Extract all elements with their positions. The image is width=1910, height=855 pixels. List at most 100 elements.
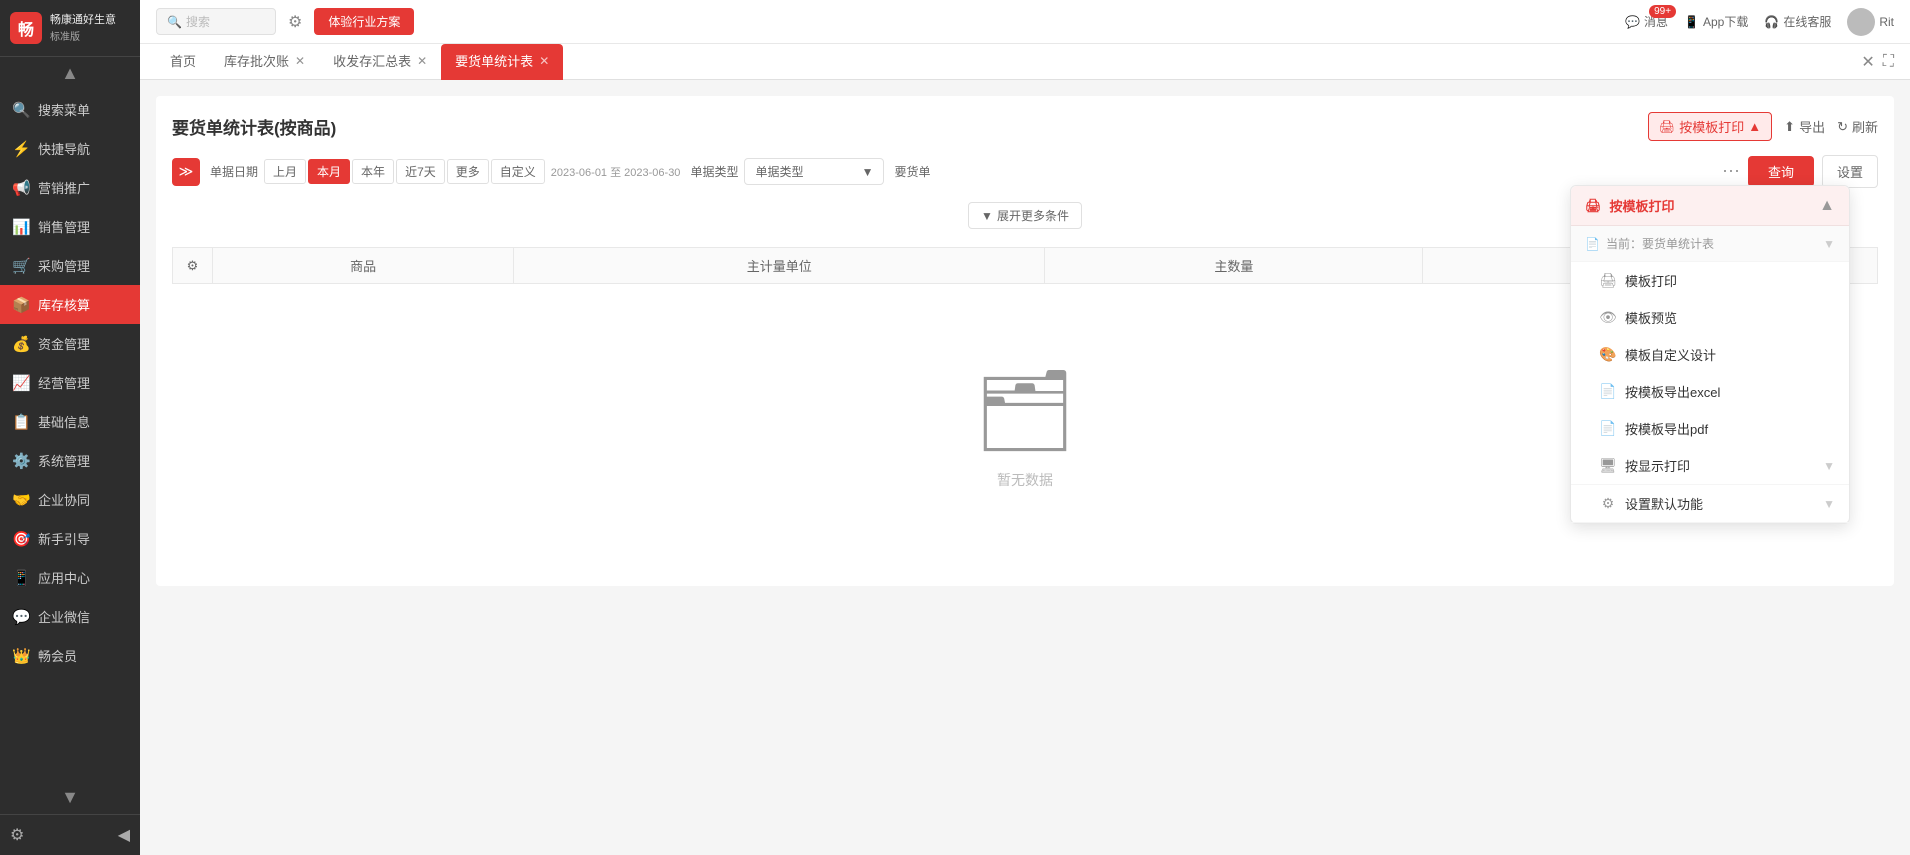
tab-label-receivable-summary: 收发存汇总表 bbox=[333, 51, 411, 70]
dropdown-item-template-preview[interactable]: 👁模板预览 bbox=[1571, 299, 1849, 336]
sidebar-item-operations[interactable]: 📈经营管理 bbox=[0, 363, 140, 402]
sidebar-item-weixin[interactable]: 💬企业微信 bbox=[0, 597, 140, 636]
search-input[interactable]: 🔍 搜索 bbox=[156, 8, 276, 35]
tab-close-order-stats[interactable]: ✕ bbox=[539, 54, 549, 68]
tab-order-stats[interactable]: 要货单统计表 ✕ bbox=[441, 44, 563, 80]
nav-label-search: 搜索菜单 bbox=[38, 100, 90, 119]
dropdown-header: 🖨 按模板打印 ▲ bbox=[1571, 186, 1849, 226]
sidebar-item-search[interactable]: 🔍搜索菜单 bbox=[0, 90, 140, 129]
scroll-up-btn[interactable]: ▲ bbox=[57, 59, 83, 88]
tab-label-order-stats: 要货单统计表 bbox=[455, 51, 533, 70]
page-header: 要货单统计表(按商品) 🖨 按模板打印 ▲ ⬆ 导出 ↻ 刷新 bbox=[172, 112, 1878, 141]
sidebar-item-basics[interactable]: 📋基础信息 bbox=[0, 402, 140, 441]
sidebar-item-member[interactable]: 👑畅会员 bbox=[0, 636, 140, 675]
tab-label-home: 首页 bbox=[170, 51, 196, 70]
filter-expand-btn[interactable]: ≫ bbox=[172, 158, 200, 186]
print-chevron-icon: ▲ bbox=[1748, 119, 1761, 134]
sidebar-item-guide[interactable]: 🎯新手引导 bbox=[0, 519, 140, 558]
sidebar-bottom: ⚙ ◀ bbox=[0, 814, 140, 855]
nav-label-finance: 资金管理 bbox=[38, 334, 90, 353]
tab-close-batch-account[interactable]: ✕ bbox=[295, 54, 305, 68]
date-filter-label: 单据日期 bbox=[210, 163, 258, 180]
gear-icon[interactable]: ⚙ bbox=[288, 12, 302, 32]
expand-more-btn[interactable]: ▼ 展开更多条件 bbox=[968, 202, 1082, 229]
nav-icon-finance: 💰 bbox=[12, 335, 30, 353]
display-print-label: 按显示打印 bbox=[1625, 456, 1690, 475]
printer-icon2: 🖨 bbox=[1585, 198, 1602, 214]
tab-batch-account[interactable]: 库存批次账✕ bbox=[210, 44, 319, 80]
default-func-label: 设置默认功能 bbox=[1625, 494, 1703, 513]
display-print-item[interactable]: 🖥 按显示打印 ▼ bbox=[1571, 447, 1849, 484]
display-print-icon: 🖥 bbox=[1599, 457, 1617, 474]
dropdown-items: 🖨模板打印👁模板预览🎨模板自定义设计📄按模板导出excel📄按模板导出pdf bbox=[1571, 262, 1849, 447]
date-btn-近7天[interactable]: 近7天 bbox=[396, 159, 445, 184]
sidebar-item-quick-nav[interactable]: ⚡快捷导航 bbox=[0, 129, 140, 168]
industry-btn[interactable]: 体验行业方案 bbox=[314, 8, 414, 35]
sidebar-item-purchase[interactable]: 🛒采购管理 bbox=[0, 246, 140, 285]
date-btn-上月[interactable]: 上月 bbox=[264, 159, 306, 184]
sidebar-item-collab[interactable]: 🤝企业协同 bbox=[0, 480, 140, 519]
tab-close-receivable-summary[interactable]: ✕ bbox=[417, 54, 427, 68]
type-filter-label: 单据类型 bbox=[690, 163, 738, 180]
dropdown-item-template-print[interactable]: 🖨 模板打印 bbox=[1571, 262, 1849, 299]
tabbar-expand-btn[interactable]: ⛶ bbox=[1883, 53, 1894, 71]
app-download-label: App下载 bbox=[1703, 13, 1748, 30]
empty-text: 暂无数据 bbox=[997, 470, 1053, 490]
message-btn[interactable]: 💬 消息 99+ bbox=[1625, 13, 1668, 30]
user-avatar[interactable]: Rit bbox=[1847, 8, 1894, 36]
dropdown-icon-template-print: 🖨 bbox=[1599, 272, 1617, 289]
logo-badge: 标准版 bbox=[50, 28, 116, 43]
dropdown-item-template-design[interactable]: 🎨模板自定义设计 bbox=[1571, 336, 1849, 373]
dropdown-close-btn[interactable]: ▲ bbox=[1819, 197, 1835, 215]
tab-receivable-summary[interactable]: 收发存汇总表 ✕ bbox=[319, 44, 441, 80]
date-btn-本月[interactable]: 本月 bbox=[308, 159, 350, 184]
dropdown-icon-template-excel: 📄 bbox=[1599, 383, 1617, 400]
logo-icon: 畅 bbox=[10, 12, 42, 44]
content-area: 要货单统计表(按商品) 🖨 按模板打印 ▲ ⬆ 导出 ↻ 刷新 bbox=[140, 80, 1910, 855]
sidebar-item-inventory[interactable]: 📦库存核算 bbox=[0, 285, 140, 324]
refresh-btn[interactable]: ↻ 刷新 bbox=[1837, 117, 1878, 136]
date-btn-自定义[interactable]: 自定义 bbox=[491, 159, 545, 184]
date-filter-group: 单据日期 上月本月本年近7天更多自定义 2023-06-01 至 2023-06… bbox=[210, 159, 680, 184]
sidebar-item-appstore[interactable]: 📱应用中心 bbox=[0, 558, 140, 597]
dropdown-current-section: 📄 当前：要货单统计表 ▼ bbox=[1571, 226, 1849, 262]
dropdown-item-template-excel[interactable]: 📄按模板导出excel bbox=[1571, 373, 1849, 410]
topbar: 🔍 搜索 ⚙ 体验行业方案 💬 消息 99+ 📱 App下载 🎧 在线客服 Ri… bbox=[140, 0, 1910, 44]
nav-icon-collab: 🤝 bbox=[12, 491, 30, 509]
export-btn[interactable]: ⬆ 导出 bbox=[1784, 117, 1825, 136]
nav-label-member: 畅会员 bbox=[38, 646, 77, 665]
sidebar-nav: 🔍搜索菜单⚡快捷导航📢营销推广📊销售管理🛒采购管理📦库存核算 💰 资金管理 📈经营管理… bbox=[0, 90, 140, 781]
nav-label-purchase: 采购管理 bbox=[38, 256, 90, 275]
date-btn-本年[interactable]: 本年 bbox=[352, 159, 394, 184]
tabbar-close-btn[interactable]: ✕ bbox=[1861, 52, 1874, 72]
sidebar-item-system[interactable]: ⚙️系统管理 bbox=[0, 441, 140, 480]
date-btn-更多[interactable]: 更多 bbox=[447, 159, 489, 184]
settings-btn[interactable]: 设置 bbox=[1822, 155, 1878, 188]
expand-more-label: 展开更多条件 bbox=[997, 207, 1069, 224]
type-filter-value: 单据类型 bbox=[755, 163, 803, 180]
query-btn[interactable]: 查询 bbox=[1748, 156, 1814, 187]
app-download-btn[interactable]: 📱 App下载 bbox=[1684, 13, 1748, 30]
print-label: 按模板打印 bbox=[1679, 117, 1744, 136]
dropdown-label-template-pdf: 按模板导出pdf bbox=[1625, 419, 1708, 438]
dropdown-label-template-print: 模板打印 bbox=[1625, 271, 1677, 290]
default-func-item[interactable]: ⚙ 设置默认功能 ▼ bbox=[1571, 485, 1849, 522]
collapse-icon[interactable]: ◀ bbox=[118, 825, 130, 845]
dropdown-item-template-pdf[interactable]: 📄按模板导出pdf bbox=[1571, 410, 1849, 447]
settings-icon[interactable]: ⚙ bbox=[10, 825, 24, 845]
dropdown-label-template-preview: 模板预览 bbox=[1625, 308, 1677, 327]
type-filter-select[interactable]: 单据类型 ▼ bbox=[744, 158, 884, 185]
more-options-icon[interactable]: ⋯ bbox=[1722, 161, 1740, 182]
scroll-down-btn[interactable]: ▼ bbox=[57, 783, 83, 812]
sidebar-item-marketing[interactable]: 📢营销推广 bbox=[0, 168, 140, 207]
print-btn[interactable]: 🖨 按模板打印 ▲ bbox=[1648, 112, 1772, 141]
date-range: 2023-06-01 至 2023-06-30 bbox=[551, 164, 681, 180]
dropdown-default-section: ⚙ 设置默认功能 ▼ bbox=[1571, 485, 1849, 523]
nav-icon-operations: 📈 bbox=[12, 374, 30, 392]
nav-label-marketing: 营销推广 bbox=[38, 178, 90, 197]
sidebar-item-sales[interactable]: 📊销售管理 bbox=[0, 207, 140, 246]
sidebar-item-finance[interactable]: 💰 资金管理 bbox=[0, 324, 140, 363]
type-filter-group: 单据类型 单据类型 ▼ bbox=[690, 158, 884, 185]
tab-home[interactable]: 首页 bbox=[156, 44, 210, 80]
online-support-btn[interactable]: 🎧 在线客服 bbox=[1764, 13, 1831, 30]
